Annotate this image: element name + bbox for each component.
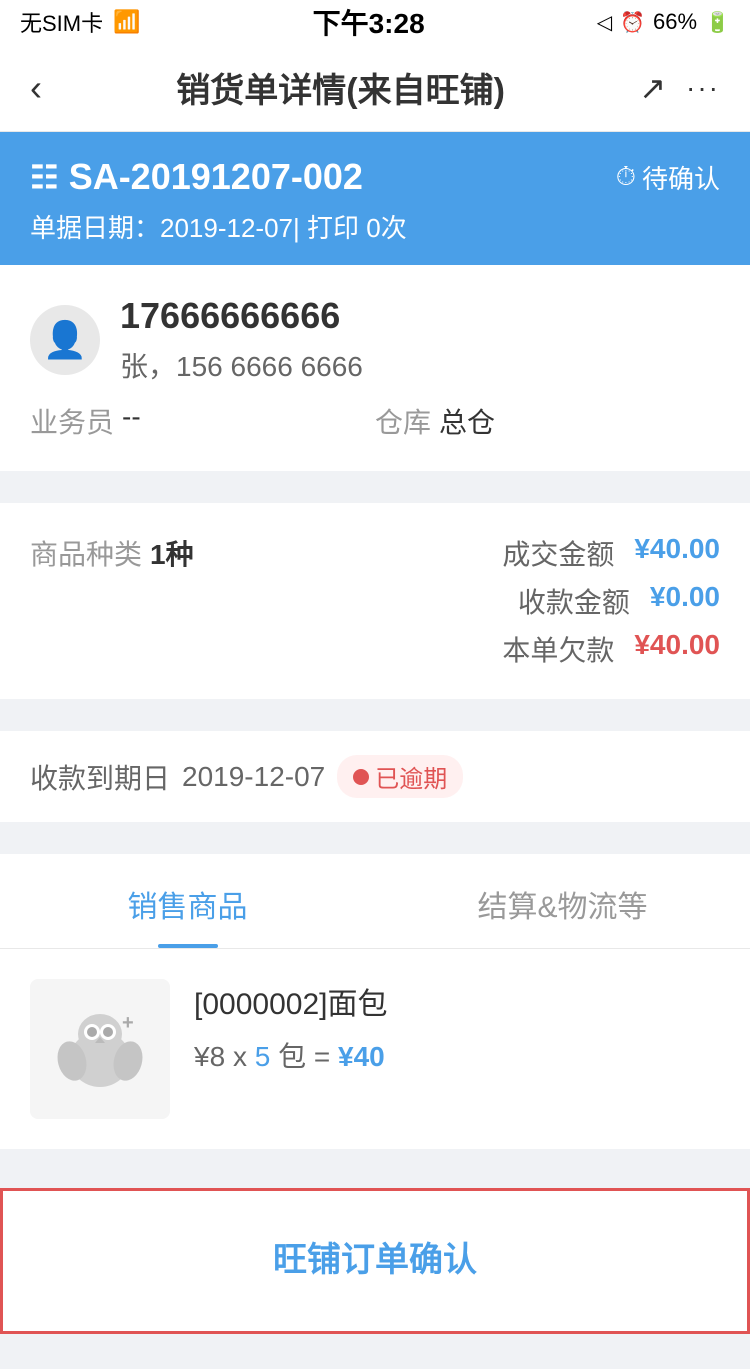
nav-actions: ↗ ··· (639, 69, 720, 107)
product-multiply: x (233, 1041, 247, 1072)
product-unit: 包 (278, 1041, 306, 1072)
battery-text: 66% (653, 9, 697, 35)
deal-amount-row: 成交金额 ¥40.00 (502, 533, 720, 573)
page-title: 销货单详情(来自旺铺) (176, 63, 505, 112)
receipt-amount-value: ¥0.00 (650, 581, 720, 621)
battery-icon: 🔋 (705, 10, 730, 35)
tab-settlement[interactable]: 结算&物流等 (375, 854, 750, 948)
avatar-icon: 👤 (43, 319, 88, 361)
customer-top: 👤 17666666666 张，156 6666 6666 (30, 295, 720, 385)
customer-details: 17666666666 张，156 6666 6666 (120, 295, 363, 385)
customer-meta: 业务员 -- 仓库 总仓 (30, 401, 720, 441)
confirm-button-wrap: 旺铺订单确认 (0, 1188, 750, 1334)
product-calc: ¥8 x 5 包 = ¥40 (194, 1035, 720, 1075)
product-equals: = (314, 1041, 330, 1072)
order-status: ⏱ 待确认 (616, 159, 720, 196)
more-icon[interactable]: ··· (686, 72, 720, 104)
order-header-top: ☷ SA-20191207-002 ⏱ 待确认 (30, 156, 720, 198)
divider3 (0, 822, 750, 838)
deal-amount-label: 成交金额 (502, 533, 614, 573)
status-bar: 无SIM卡 📶 下午3:28 ◁ ⏰ 66% 🔋 (0, 0, 750, 44)
status-bar-time: 下午3:28 (313, 2, 425, 42)
owed-amount-label: 本单欠款 (502, 629, 614, 669)
share-icon[interactable]: ↗ (639, 69, 666, 107)
due-date-value: 2019-12-07 (182, 761, 325, 793)
product-total: ¥40 (338, 1041, 385, 1072)
tabs-section: 销售商品 结算&物流等 (0, 854, 750, 1149)
location-icon: ◁ (597, 10, 612, 35)
warehouse-label: 仓库 (375, 401, 431, 441)
clock-icon: ⏱ (616, 161, 636, 193)
owed-amount-value: ¥40.00 (634, 629, 720, 669)
kind-label: 商品种类 (30, 533, 142, 573)
overdue-text: 已逾期 (375, 759, 447, 794)
sales-value: -- (122, 401, 141, 441)
nav-bar: ‹ 销货单详情(来自旺铺) ↗ ··· (0, 44, 750, 132)
amount-left: 商品种类 1种 (30, 533, 194, 573)
product-item: + [0000002]面包 ¥8 x 5 包 = ¥40 (0, 949, 750, 1149)
status-bar-right: ◁ ⏰ 66% 🔋 (597, 9, 730, 35)
status-bar-left: 无SIM卡 📶 (20, 6, 141, 38)
svg-text:+: + (122, 1012, 134, 1034)
order-id: ☷ SA-20191207-002 (30, 156, 363, 198)
back-button[interactable]: ‹ (30, 67, 42, 109)
product-thumb-inner: + (30, 979, 170, 1119)
order-date: 单据日期：2019-12-07| 打印 0次 (30, 208, 720, 245)
warehouse-meta: 仓库 总仓 (375, 401, 720, 441)
kind-value: 1种 (150, 533, 194, 573)
product-thumbnail: + (30, 979, 170, 1119)
avatar: 👤 (30, 305, 100, 375)
deal-amount-value: ¥40.00 (634, 533, 720, 573)
product-owl-logo: + (50, 999, 150, 1099)
wifi-icon: 📶 (113, 9, 140, 35)
owed-amount-row: 本单欠款 ¥40.00 (502, 629, 720, 669)
overdue-badge: 已逾期 (337, 755, 463, 798)
warehouse-value: 总仓 (439, 401, 495, 441)
alarm-icon: ⏰ (620, 10, 645, 35)
customer-section: 👤 17666666666 张，156 6666 6666 业务员 -- 仓库 … (0, 265, 750, 471)
product-quantity: 5 (255, 1041, 271, 1072)
amount-right: 成交金额 ¥40.00 收款金额 ¥0.00 本单欠款 ¥40.00 (502, 533, 720, 669)
tab-sales-products[interactable]: 销售商品 (0, 854, 375, 948)
product-name: [0000002]面包 (194, 979, 720, 1023)
order-icon: ☷ (30, 158, 59, 196)
confirm-order-button[interactable]: 旺铺订单确认 (33, 1211, 717, 1301)
receipt-amount-label: 收款金额 (518, 581, 630, 621)
customer-phone: 17666666666 (120, 295, 363, 337)
overdue-dot-icon (353, 769, 369, 785)
divider2 (0, 699, 750, 715)
sim-text: 无SIM卡 (20, 6, 103, 38)
product-info: [0000002]面包 ¥8 x 5 包 = ¥40 (194, 979, 720, 1075)
receipt-amount-row: 收款金额 ¥0.00 (518, 581, 720, 621)
amount-section: 商品种类 1种 成交金额 ¥40.00 收款金额 ¥0.00 本单欠款 ¥40.… (0, 503, 750, 699)
product-price: ¥8 (194, 1041, 225, 1072)
sales-meta: 业务员 -- (30, 401, 375, 441)
due-date-section: 收款到期日 2019-12-07 已逾期 (0, 731, 750, 822)
order-header: ☷ SA-20191207-002 ⏱ 待确认 单据日期：2019-12-07|… (0, 132, 750, 265)
due-date-label: 收款到期日 (30, 757, 170, 797)
tabs-header: 销售商品 结算&物流等 (0, 854, 750, 949)
customer-name-phone: 张，156 6666 6666 (120, 345, 363, 385)
divider1 (0, 471, 750, 487)
sales-label: 业务员 (30, 401, 114, 441)
